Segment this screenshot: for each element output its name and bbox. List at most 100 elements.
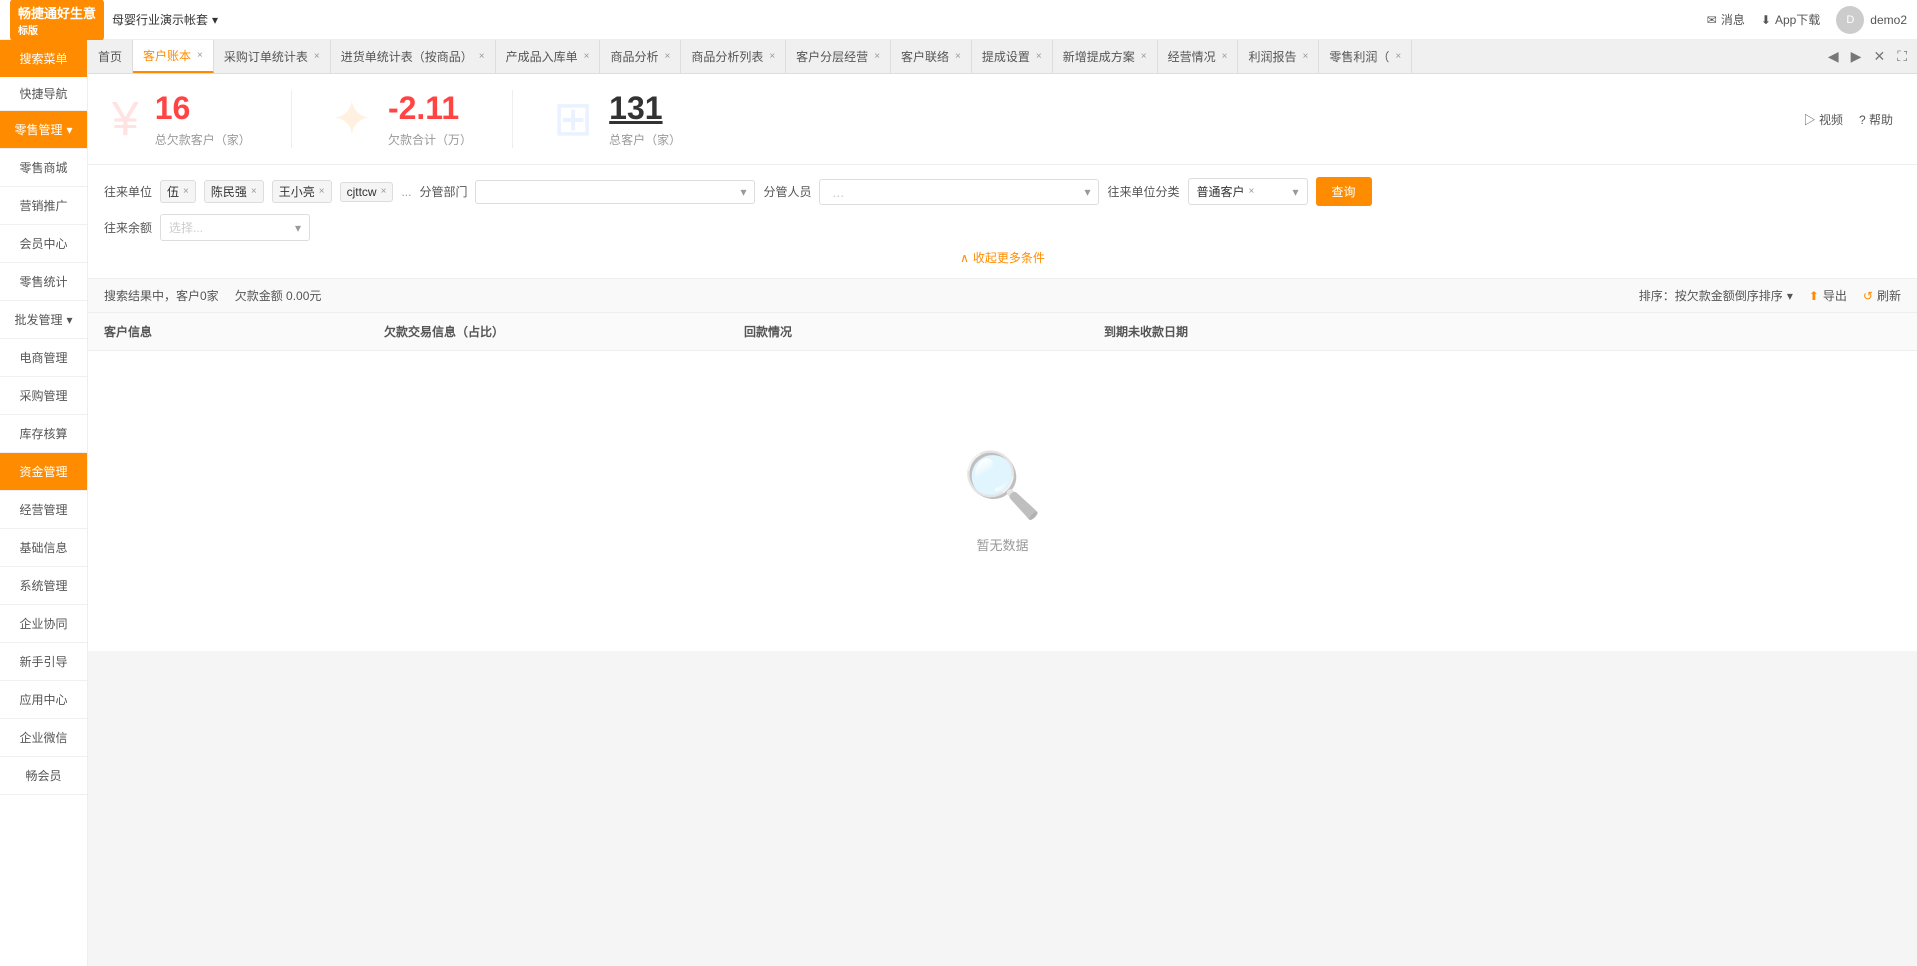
col-header-debt: 欠款交易信息（占比）: [384, 323, 744, 340]
tab-purchase-order-stats[interactable]: 采购订单统计表 ×: [214, 40, 331, 73]
tab-close-all-btn[interactable]: ✕: [1869, 46, 1889, 67]
sidebar-item-ecommerce[interactable]: 电商管理: [0, 339, 87, 377]
sidebar-item-retail-management[interactable]: 零售管理 ▾: [0, 111, 87, 149]
tab-product-analysis[interactable]: 商品分析 ×: [600, 40, 681, 73]
help-btn[interactable]: ? 帮助: [1859, 111, 1893, 128]
remove-tag-wu[interactable]: ×: [183, 186, 189, 197]
clear-icon: ...: [832, 184, 844, 200]
balance-select[interactable]: 选择... ▾: [160, 214, 310, 241]
query-button[interactable]: 查询: [1316, 177, 1372, 206]
sidebar-item-app-center[interactable]: 应用中心: [0, 681, 87, 719]
empty-icon: 🔍: [963, 448, 1043, 523]
help-icon: ?: [1859, 113, 1866, 127]
tab-fullscreen-btn[interactable]: ⛶: [1893, 46, 1911, 67]
topbar: 畅捷通好生意 标版 母婴行业演示帐套 ▾ ✉ 消息 ⬇ App下载 D demo…: [0, 0, 1917, 40]
sidebar-item-retail-mall[interactable]: 零售商城: [0, 149, 87, 187]
chevron-down-icon: ▾: [740, 185, 746, 199]
avatar: D: [1836, 6, 1864, 34]
tab-close-icon[interactable]: ×: [479, 51, 485, 62]
chevron-down-icon: ▾: [212, 13, 218, 27]
export-button[interactable]: ⬆ 导出: [1809, 287, 1847, 304]
tab-close-icon[interactable]: ×: [664, 51, 670, 62]
unit-type-label: 往来单位分类: [1107, 183, 1179, 200]
remove-tag-wang[interactable]: ×: [319, 186, 325, 197]
tab-profit-report[interactable]: 利润报告 ×: [1238, 40, 1319, 73]
chevron-down-icon: ▾: [1787, 289, 1793, 303]
tabbar-controls: ◀ ▶ ✕ ⛶: [1818, 46, 1917, 67]
filter-tag-wang: 王小亮 ×: [272, 180, 332, 203]
sidebar-item-inventory[interactable]: 库存核算: [0, 415, 87, 453]
message-btn[interactable]: ✉ 消息: [1707, 11, 1745, 28]
empty-state: 🔍 暂无数据: [963, 388, 1043, 614]
search-summary: 搜索结果中，客户0家: [104, 287, 219, 304]
table-container: 客户信息 欠款交易信息（占比） 回款情况 到期未收款日期 🔍 暂无数据: [88, 313, 1917, 651]
tab-close-icon[interactable]: ×: [769, 51, 775, 62]
app-download-btn[interactable]: ⬇ App下载: [1761, 11, 1820, 28]
filter-area: 往来单位 伍 × 陈民强 × 王小亮 × cjttcw: [88, 165, 1917, 279]
sidebar-item-enterprise[interactable]: 企业协同: [0, 605, 87, 643]
tab-inbound-stats[interactable]: 进货单统计表（按商品） ×: [331, 40, 496, 73]
sidebar-item-retail-stats[interactable]: 零售统计: [0, 263, 87, 301]
tab-close-icon[interactable]: ×: [874, 51, 880, 62]
collapse-btn[interactable]: ∧ 收起更多条件: [960, 249, 1045, 266]
remove-unit-type[interactable]: ×: [1249, 186, 1255, 197]
sidebar-item-member[interactable]: 会员中心: [0, 225, 87, 263]
sidebar-item-operation[interactable]: 经营管理: [0, 491, 87, 529]
sidebar-item-wholesale[interactable]: 批发管理 ▾: [0, 301, 87, 339]
col-header-customer: 客户信息: [104, 323, 384, 340]
remove-tag-cjttcw[interactable]: ×: [381, 186, 387, 197]
tab-close-icon[interactable]: ×: [1036, 51, 1042, 62]
video-btn[interactable]: ▷ 视频: [1804, 111, 1843, 128]
refresh-button[interactable]: ↺ 刷新: [1863, 287, 1901, 304]
account-selector[interactable]: 母婴行业演示帐套 ▾: [112, 11, 218, 28]
tab-close-icon[interactable]: ×: [197, 50, 203, 61]
tab-customer-contact[interactable]: 客户联络 ×: [891, 40, 972, 73]
tab-home[interactable]: 首页: [88, 40, 133, 73]
tab-close-icon[interactable]: ×: [314, 51, 320, 62]
tab-close-icon[interactable]: ×: [1141, 51, 1147, 62]
download-icon: ⬇: [1761, 13, 1771, 27]
tab-prev-btn[interactable]: ◀: [1824, 46, 1843, 67]
sidebar-item-system[interactable]: 系统管理: [0, 567, 87, 605]
tab-new-commission[interactable]: 新增提成方案 ×: [1053, 40, 1158, 73]
tab-close-icon[interactable]: ×: [955, 51, 961, 62]
tab-next-btn[interactable]: ▶: [1847, 46, 1866, 67]
stat-block-customers: ¥ 16 总欠款客户（家）: [112, 90, 292, 148]
tab-close-icon[interactable]: ×: [1302, 51, 1308, 62]
results-right: 排序：按欠款金额倒序排序 ▾ ⬆ 导出 ↺ 刷新: [1639, 287, 1901, 304]
sort-button[interactable]: 排序：按欠款金额倒序排序 ▾: [1639, 287, 1793, 304]
sidebar-item-purchase[interactable]: 采购管理: [0, 377, 87, 415]
dept-label: 分管部门: [419, 183, 467, 200]
tab-close-icon[interactable]: ×: [1222, 51, 1228, 62]
sidebar-item-basic-info[interactable]: 基础信息: [0, 529, 87, 567]
dept-select[interactable]: ▾: [475, 180, 755, 204]
chevron-down-icon: ▾: [1084, 185, 1090, 199]
user-menu[interactable]: D demo2: [1836, 6, 1907, 34]
topbar-left: 畅捷通好生意 标版 母婴行业演示帐套 ▾: [10, 0, 218, 41]
col-header-due-date: 到期未收款日期: [1104, 323, 1901, 340]
tab-customer-ledger[interactable]: 客户账本 ×: [133, 40, 214, 73]
sidebar-item-chang-member[interactable]: 畅会员: [0, 757, 87, 795]
remove-tag-chen[interactable]: ×: [251, 186, 257, 197]
stat-icon-customers: ¥: [112, 92, 139, 147]
sidebar-item-marketing[interactable]: 营销推广: [0, 187, 87, 225]
tab-close-icon[interactable]: ×: [1395, 51, 1401, 62]
tab-operation[interactable]: 经营情况 ×: [1158, 40, 1239, 73]
tab-finished-inbound[interactable]: 产成品入库单 ×: [496, 40, 601, 73]
stat-block-amount: ✦ -2.11 欠款合计（万）: [292, 90, 513, 148]
sidebar-item-enterprise-wechat[interactable]: 企业微信: [0, 719, 87, 757]
sidebar-search[interactable]: 搜索菜单: [0, 40, 87, 77]
sidebar-quick-nav[interactable]: 快捷导航: [0, 77, 87, 111]
tab-customer-layer[interactable]: 客户分层经营 ×: [786, 40, 891, 73]
sidebar-item-finance[interactable]: 资金管理: [0, 453, 87, 491]
stat-icon-amount: ✦: [332, 91, 372, 147]
tab-retail-profit[interactable]: 零售利润（ ×: [1319, 40, 1412, 73]
tab-product-analysis-list[interactable]: 商品分析列表 ×: [681, 40, 786, 73]
empty-text: 暂无数据: [976, 535, 1028, 554]
sidebar-item-newcomer[interactable]: 新手引导: [0, 643, 87, 681]
tab-commission-settings[interactable]: 提成设置 ×: [972, 40, 1053, 73]
filter-more-tags[interactable]: ...: [401, 185, 411, 199]
person-select[interactable]: ... ▾: [819, 179, 1099, 205]
tab-close-icon[interactable]: ×: [584, 51, 590, 62]
unit-type-select[interactable]: 普通客户 × ▾: [1188, 178, 1308, 205]
